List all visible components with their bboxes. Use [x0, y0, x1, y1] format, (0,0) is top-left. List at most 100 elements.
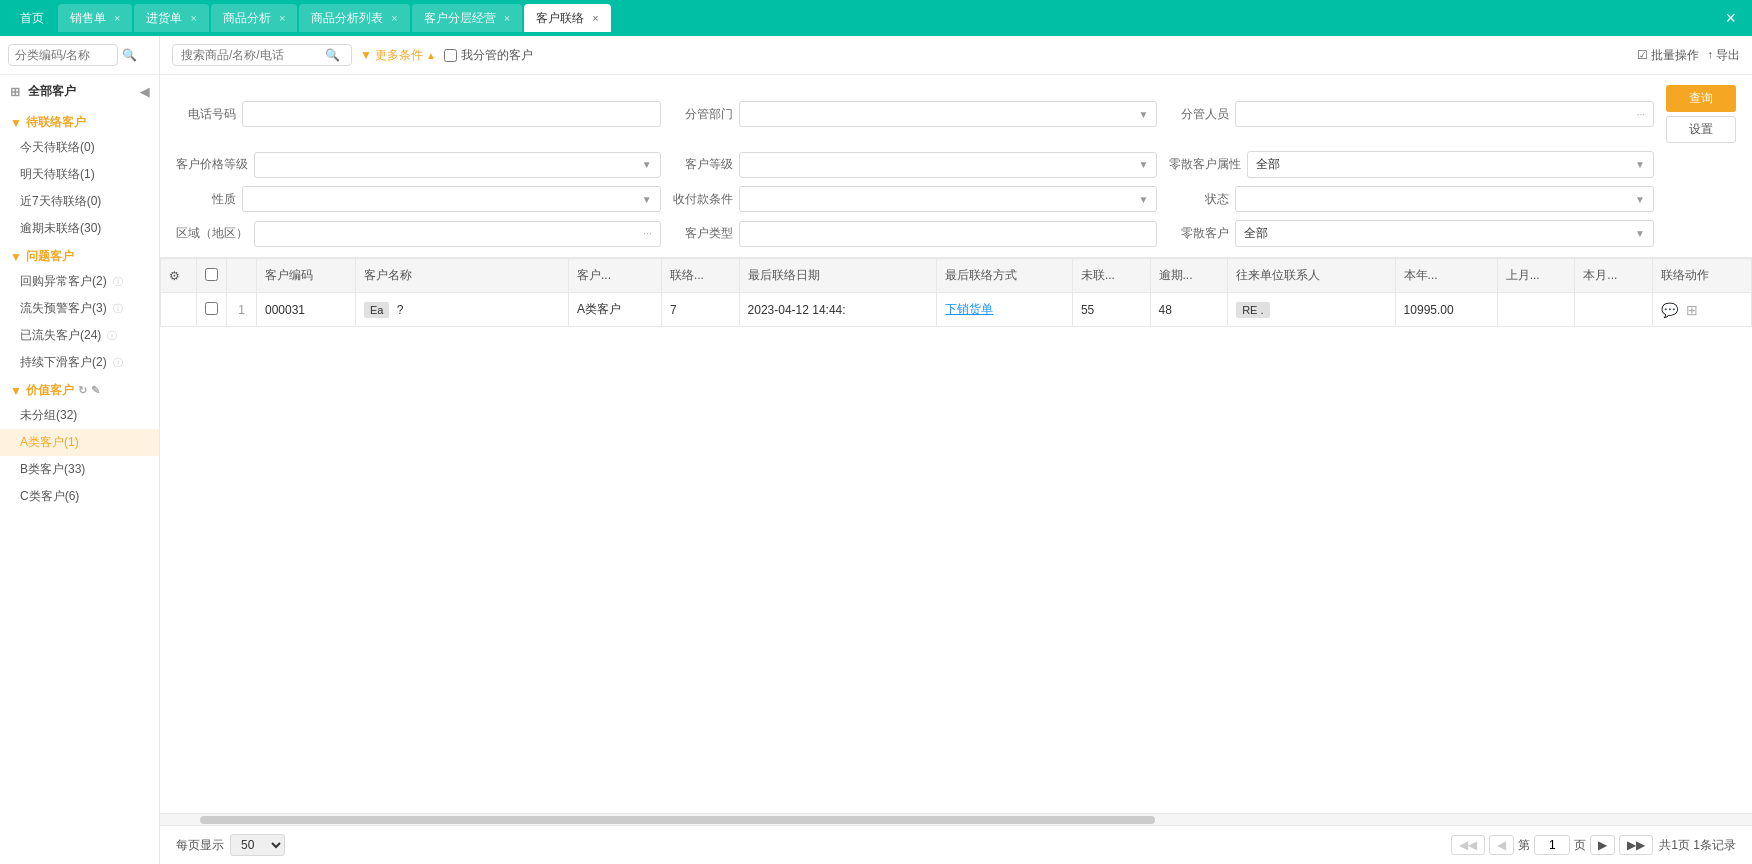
row-unit-contact: RE .	[1228, 293, 1395, 327]
col-this-month-label: 本月...	[1583, 268, 1617, 282]
scrollbar-thumb[interactable]	[200, 816, 1155, 824]
tab-home[interactable]: 首页	[8, 4, 56, 32]
query-btn[interactable]: 查询	[1666, 85, 1736, 112]
sidebar-item-down[interactable]: 持续下滑客户(2) ⓘ	[0, 349, 159, 376]
sidebar-collapse-icon[interactable]: ◀	[140, 85, 149, 99]
my-customers-checkbox[interactable]	[444, 49, 457, 62]
filter-dept-select[interactable]: ▼	[739, 101, 1158, 127]
filter-nature-select[interactable]: ▼	[242, 186, 661, 212]
filter-icon: ▼	[360, 48, 372, 62]
tab-customer-contact-label: 客户联络	[536, 10, 584, 27]
close-customer-mgmt-tab[interactable]: ×	[504, 12, 510, 24]
filter-status-select[interactable]: ▼	[1235, 186, 1654, 212]
arrow-value: ▼	[10, 384, 22, 398]
col-unit-contact: 往来单位联系人	[1228, 259, 1395, 293]
contact-method-link[interactable]: 下销货单	[945, 302, 993, 316]
name-tag: Ea	[364, 302, 389, 318]
sidebar-group-problem[interactable]: ▼ 问题客户	[0, 242, 159, 268]
filter-payment-select[interactable]: ▼	[739, 186, 1158, 212]
adv-filter: 电话号码 分管部门 ▼ 分管人员 ···	[160, 75, 1752, 258]
prev-page-btn[interactable]: ◀	[1489, 835, 1514, 855]
col-cust-name-label: 客户名称	[364, 268, 412, 282]
col-last-contact-method: 最后联络方式	[937, 259, 1072, 293]
filter-cust-level-label: 客户等级	[673, 156, 733, 173]
edit-icon[interactable]: ✎	[91, 384, 100, 397]
group-problem-label: 问题客户	[26, 248, 74, 265]
sidebar-item-unsorted[interactable]: 未分组(32)	[0, 402, 159, 429]
total-label: 共1页 1条记录	[1659, 837, 1736, 854]
dept-arrow: ▼	[1138, 109, 1148, 120]
sidebar-item-class-b[interactable]: B类客户(33)	[0, 456, 159, 483]
filter-manager-label: 分管人员	[1169, 106, 1229, 123]
my-customers-filter: 我分管的客户	[444, 47, 533, 64]
sidebar-item-class-c[interactable]: C类客户(6)	[0, 483, 159, 510]
sidebar-group-value[interactable]: ▼ 价值客户 ↻ ✎	[0, 376, 159, 402]
refresh-icon[interactable]: ↻	[78, 384, 87, 397]
row-last-contact-method: 下销货单	[937, 293, 1072, 327]
qr-icon[interactable]: ⊞	[1686, 302, 1698, 318]
sidebar-item-down-label: 持续下滑客户(2)	[20, 354, 107, 371]
last-page-btn[interactable]: ▶▶	[1619, 835, 1653, 855]
tab-sales[interactable]: 销售单 ×	[58, 4, 132, 32]
next-page-btn[interactable]: ▶	[1590, 835, 1615, 855]
header-checkbox[interactable]	[205, 268, 218, 281]
row-actions: 💬 ⊞	[1652, 293, 1751, 327]
arrow-pending: ▼	[10, 116, 22, 130]
close-analysis-list-tab[interactable]: ×	[391, 12, 397, 24]
top-nav: 首页 销售单 × 进货单 × 商品分析 × 商品分析列表 × 客户分层经营 × …	[0, 0, 1752, 36]
export-btn[interactable]: ↑ 导出	[1707, 47, 1740, 64]
settings-btn[interactable]: 设置	[1666, 116, 1736, 143]
filter-price-level-select[interactable]: ▼	[254, 152, 661, 178]
filter-cust-level-select[interactable]: ▼	[739, 152, 1158, 178]
first-page-btn[interactable]: ◀◀	[1451, 835, 1485, 855]
row-checkbox-cell	[197, 293, 227, 327]
sidebar-item-today[interactable]: 今天待联络(0)	[0, 134, 159, 161]
row-checkbox[interactable]	[205, 302, 218, 315]
filter-phone-input[interactable]	[242, 101, 661, 127]
sidebar-item-class-a[interactable]: A类客户(1)	[0, 429, 159, 456]
chat-icon[interactable]: 💬	[1661, 302, 1678, 318]
sidebar-search-icon[interactable]: 🔍	[122, 48, 137, 62]
sidebar-item-repurchase-label: 回购异常客户(2)	[20, 273, 107, 290]
close-analysis-tab[interactable]: ×	[279, 12, 285, 24]
horizontal-scrollbar[interactable]	[160, 813, 1752, 825]
filter-retail-cust-select[interactable]: 全部 ▼	[1235, 220, 1654, 247]
row-last-month	[1497, 293, 1575, 327]
search-icon[interactable]: 🔍	[325, 48, 340, 62]
sidebar-item-repurchase[interactable]: 回购异常客户(2) ⓘ	[0, 268, 159, 295]
export-icon: ↑	[1707, 48, 1713, 62]
more-filters-btn[interactable]: ▼ 更多条件 ▲	[360, 47, 436, 64]
close-sales-tab[interactable]: ×	[114, 12, 120, 24]
close-customer-contact-tab[interactable]: ×	[592, 12, 598, 24]
batch-op-btn[interactable]: ☑ 批量操作	[1637, 47, 1699, 64]
close-purchase-tab[interactable]: ×	[190, 12, 196, 24]
sidebar-item-overdue[interactable]: 逾期未联络(30)	[0, 215, 159, 242]
retail-cust-arrow: ▼	[1635, 228, 1645, 239]
filter-manager-select[interactable]: ···	[1235, 101, 1654, 127]
filter-region-select[interactable]: ···	[254, 221, 661, 247]
filter-dept: 分管部门 ▼	[673, 101, 1158, 127]
sidebar-search-input[interactable]	[8, 44, 118, 66]
sidebar-item-lost[interactable]: 已流失客户(24) ⓘ	[0, 322, 159, 349]
filter-cust-type-input[interactable]	[739, 221, 1158, 247]
tab-purchase[interactable]: 进货单 ×	[134, 4, 208, 32]
filter-retail-attr-select[interactable]: 全部 ▼	[1247, 151, 1654, 178]
sidebar-item-loss-predict[interactable]: 流失预警客户(3) ⓘ	[0, 295, 159, 322]
page-input[interactable]	[1534, 835, 1570, 855]
per-page-select[interactable]: 50 10 20 100	[230, 834, 285, 856]
sidebar-item-week[interactable]: 近7天待联络(0)	[0, 188, 159, 215]
sidebar-item-overdue-label: 逾期未联络(30)	[20, 220, 101, 237]
tab-customer-mgmt[interactable]: 客户分层经营 ×	[412, 4, 522, 32]
col-settings[interactable]: ⚙	[161, 259, 197, 293]
my-customers-label: 我分管的客户	[461, 47, 533, 64]
tab-customer-contact[interactable]: 客户联络 ×	[524, 4, 610, 32]
sidebar-all-customers[interactable]: ⊞ 全部客户 ◀	[0, 75, 159, 108]
tab-analysis[interactable]: 商品分析 ×	[211, 4, 297, 32]
search-input[interactable]	[181, 48, 321, 62]
window-close-button[interactable]: ×	[1717, 8, 1744, 29]
sidebar-group-pending[interactable]: ▼ 待联络客户	[0, 108, 159, 134]
sidebar-item-tomorrow[interactable]: 明天待联络(1)	[0, 161, 159, 188]
tab-analysis-list[interactable]: 商品分析列表 ×	[299, 4, 409, 32]
sidebar-item-today-label: 今天待联络(0)	[20, 139, 95, 156]
retail-attr-value: 全部	[1256, 156, 1280, 173]
